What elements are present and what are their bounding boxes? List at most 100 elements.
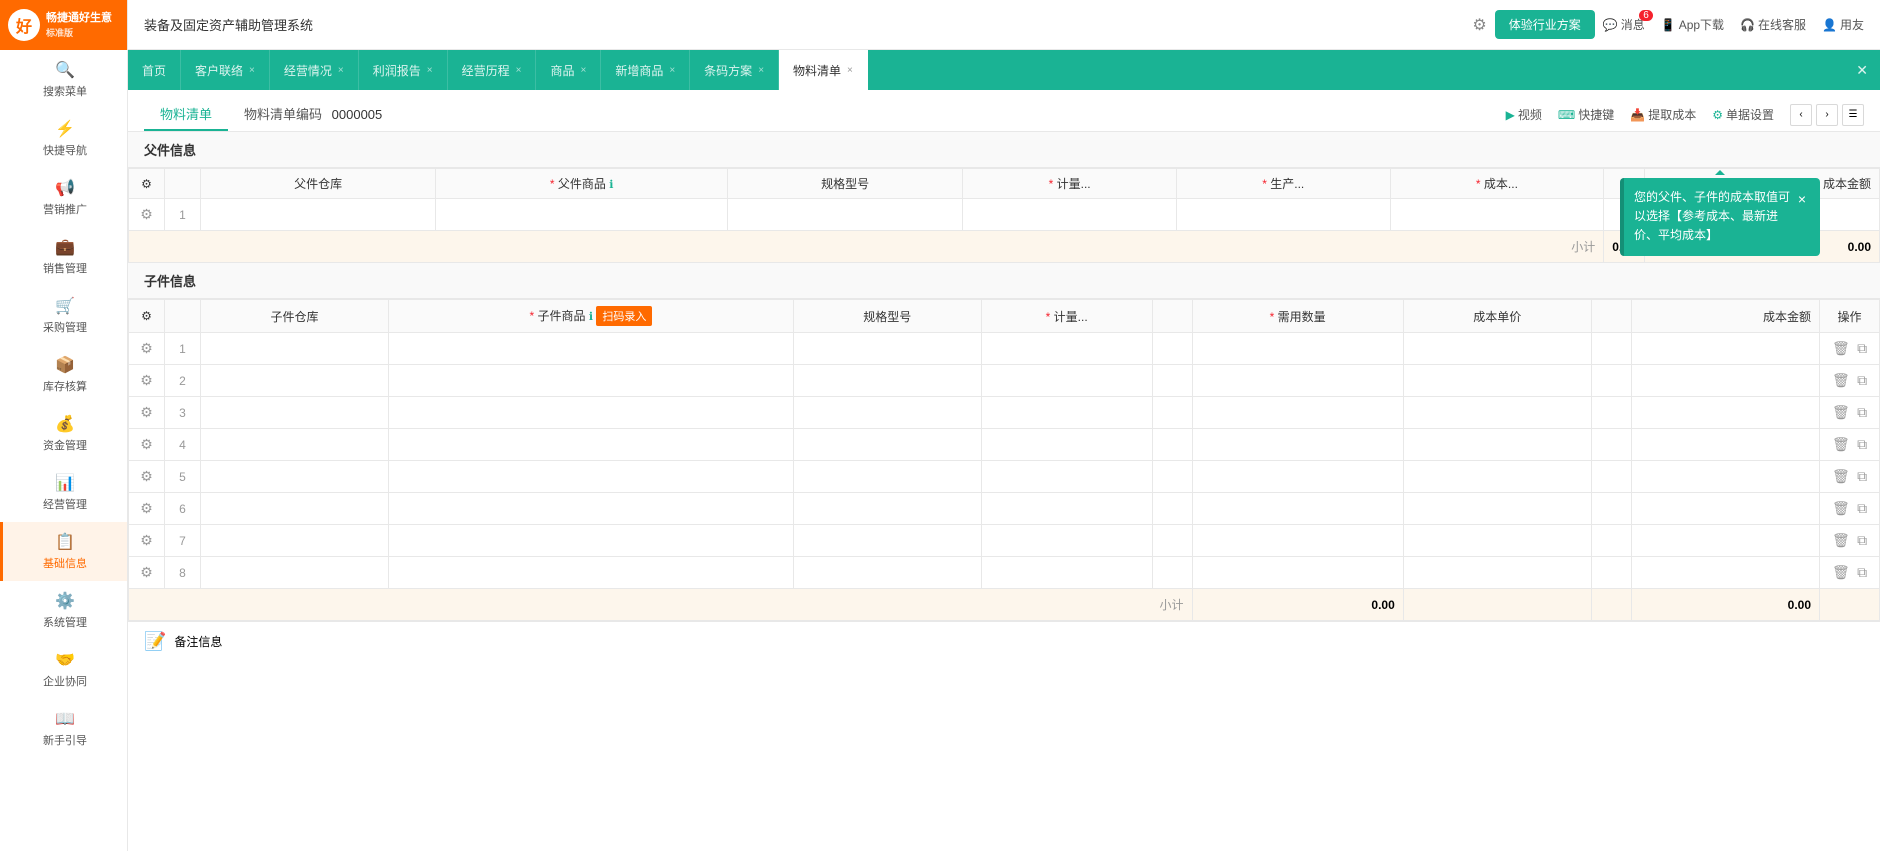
child-row-quantity-8[interactable] — [1192, 557, 1403, 589]
parent-row-unit[interactable] — [963, 199, 1177, 231]
child-row-unit-cost-3[interactable] — [1403, 397, 1591, 429]
copy-icon-2[interactable]: ⧉ — [1857, 372, 1867, 388]
child-row-product-4[interactable] — [389, 429, 794, 461]
delete-icon-1[interactable]: 🗑 — [1832, 340, 1850, 356]
tab-new-product[interactable]: 新增商品× — [601, 50, 690, 90]
tab-bom[interactable]: 物料清单× — [779, 50, 868, 90]
tab-close-barcode[interactable]: × — [758, 65, 764, 76]
message-btn[interactable]: 💬 消息 6 — [1603, 16, 1645, 33]
nav-prev-btn[interactable]: ‹ — [1790, 104, 1812, 126]
child-row-spec-1[interactable] — [793, 333, 981, 365]
parent-row-cost[interactable] — [1390, 199, 1604, 231]
copy-icon-7[interactable]: ⧉ — [1857, 532, 1867, 548]
shortcut-btn[interactable]: ⌨ 快捷键 — [1558, 106, 1614, 123]
parent-row-product[interactable] — [436, 199, 728, 231]
sidebar-item-basic-info[interactable]: 📋基础信息 — [0, 522, 127, 581]
tab-close-history[interactable]: × — [516, 65, 522, 76]
child-row-quantity-7[interactable] — [1192, 525, 1403, 557]
child-row-product-8[interactable] — [389, 557, 794, 589]
child-row-product-2[interactable] — [389, 365, 794, 397]
close-all-btn[interactable]: ✕ — [1844, 50, 1880, 90]
nav-next-btn[interactable]: › — [1816, 104, 1838, 126]
subtab-bom-code[interactable]: 物料清单编码 0000005 — [228, 98, 398, 131]
child-row-spec-5[interactable] — [793, 461, 981, 493]
child-row-gear-8[interactable]: ⚙ — [129, 557, 165, 589]
sidebar-item-finance[interactable]: 💰资金管理 — [0, 404, 127, 463]
child-row-warehouse-7[interactable] — [201, 525, 389, 557]
child-row-warehouse-8[interactable] — [201, 557, 389, 589]
child-row-quantity-1[interactable] — [1192, 333, 1403, 365]
child-row-unit-cost-6[interactable] — [1403, 493, 1591, 525]
child-row-unit-6[interactable] — [981, 493, 1152, 525]
tab-operations[interactable]: 经营情况× — [270, 50, 359, 90]
child-row-warehouse-2[interactable] — [201, 365, 389, 397]
child-row-unit-cost-2[interactable] — [1403, 365, 1591, 397]
child-row-unit-1[interactable] — [981, 333, 1152, 365]
subtab-bom-list[interactable]: 物料清单 — [144, 98, 228, 131]
child-row-unit-cost-8[interactable] — [1403, 557, 1591, 589]
child-row-warehouse-1[interactable] — [201, 333, 389, 365]
delete-icon-2[interactable]: 🗑 — [1832, 372, 1850, 388]
tooltip-close-btn[interactable]: × — [1798, 188, 1806, 210]
child-row-gear-6[interactable]: ⚙ — [129, 493, 165, 525]
delete-icon-5[interactable]: 🗑 — [1832, 468, 1850, 484]
child-row-warehouse-4[interactable] — [201, 429, 389, 461]
parent-row-warehouse[interactable] — [201, 199, 436, 231]
parent-row-production[interactable] — [1176, 199, 1390, 231]
sidebar-item-marketing[interactable]: 📢营销推广 — [0, 168, 127, 227]
copy-icon-4[interactable]: ⧉ — [1857, 436, 1867, 452]
child-row-gear-2[interactable]: ⚙ — [129, 365, 165, 397]
child-row-unit-cost-7[interactable] — [1403, 525, 1591, 557]
tab-close-bom[interactable]: × — [847, 65, 853, 76]
tab-barcode[interactable]: 条码方案× — [690, 50, 779, 90]
child-row-spec-2[interactable] — [793, 365, 981, 397]
tab-home[interactable]: 首页 — [128, 50, 181, 90]
child-row-spec-7[interactable] — [793, 525, 981, 557]
child-row-spec-3[interactable] — [793, 397, 981, 429]
child-row-product-6[interactable] — [389, 493, 794, 525]
tab-product[interactable]: 商品× — [536, 50, 601, 90]
child-row-product-5[interactable] — [389, 461, 794, 493]
copy-icon-8[interactable]: ⧉ — [1857, 564, 1867, 580]
tab-close-profit[interactable]: × — [427, 65, 433, 76]
copy-icon-5[interactable]: ⧉ — [1857, 468, 1867, 484]
delete-icon-3[interactable]: 🗑 — [1832, 404, 1850, 420]
tab-close-new-product[interactable]: × — [669, 65, 675, 76]
child-col-gear[interactable]: ⚙ — [129, 300, 165, 333]
online-service-btn[interactable]: 🎧 在线客服 — [1740, 16, 1806, 33]
delete-icon-4[interactable]: 🗑 — [1832, 436, 1850, 452]
sidebar-item-quick-nav[interactable]: ⚡快捷导航 — [0, 109, 127, 168]
copy-icon-6[interactable]: ⧉ — [1857, 500, 1867, 516]
view-btn[interactable]: ▶ 视频 — [1506, 106, 1542, 123]
tab-close-product[interactable]: × — [580, 65, 586, 76]
child-row-unit-cost-4[interactable] — [1403, 429, 1591, 461]
extract-cost-btn[interactable]: 📥 提取成本 — [1630, 106, 1696, 123]
child-row-unit-4[interactable] — [981, 429, 1152, 461]
tab-customer[interactable]: 客户联络× — [181, 50, 270, 90]
delete-icon-6[interactable]: 🗑 — [1832, 500, 1850, 516]
child-row-quantity-5[interactable] — [1192, 461, 1403, 493]
child-row-gear-5[interactable]: ⚙ — [129, 461, 165, 493]
child-row-quantity-2[interactable] — [1192, 365, 1403, 397]
user-btn[interactable]: 👤 用友 — [1822, 16, 1864, 33]
child-row-unit-2[interactable] — [981, 365, 1152, 397]
child-row-product-1[interactable] — [389, 333, 794, 365]
child-row-product-7[interactable] — [389, 525, 794, 557]
child-row-gear-1[interactable]: ⚙ — [129, 333, 165, 365]
parent-row-gear[interactable]: ⚙ — [129, 199, 165, 231]
child-row-product-3[interactable] — [389, 397, 794, 429]
parent-row-spec[interactable] — [727, 199, 962, 231]
child-row-unit-cost-1[interactable] — [1403, 333, 1591, 365]
child-row-warehouse-5[interactable] — [201, 461, 389, 493]
copy-icon-1[interactable]: ⧉ — [1857, 340, 1867, 356]
child-row-unit-cost-5[interactable] — [1403, 461, 1591, 493]
sidebar-item-operations[interactable]: 📊经营管理 — [0, 463, 127, 522]
child-row-quantity-6[interactable] — [1192, 493, 1403, 525]
child-row-unit-5[interactable] — [981, 461, 1152, 493]
child-row-gear-3[interactable]: ⚙ — [129, 397, 165, 429]
sidebar-item-system[interactable]: ⚙️系统管理 — [0, 581, 127, 640]
tab-profit[interactable]: 利润报告× — [359, 50, 448, 90]
sidebar-item-enterprise[interactable]: 🤝企业协同 — [0, 640, 127, 699]
child-row-warehouse-3[interactable] — [201, 397, 389, 429]
settings-icon[interactable]: ⚙ — [1472, 15, 1486, 35]
